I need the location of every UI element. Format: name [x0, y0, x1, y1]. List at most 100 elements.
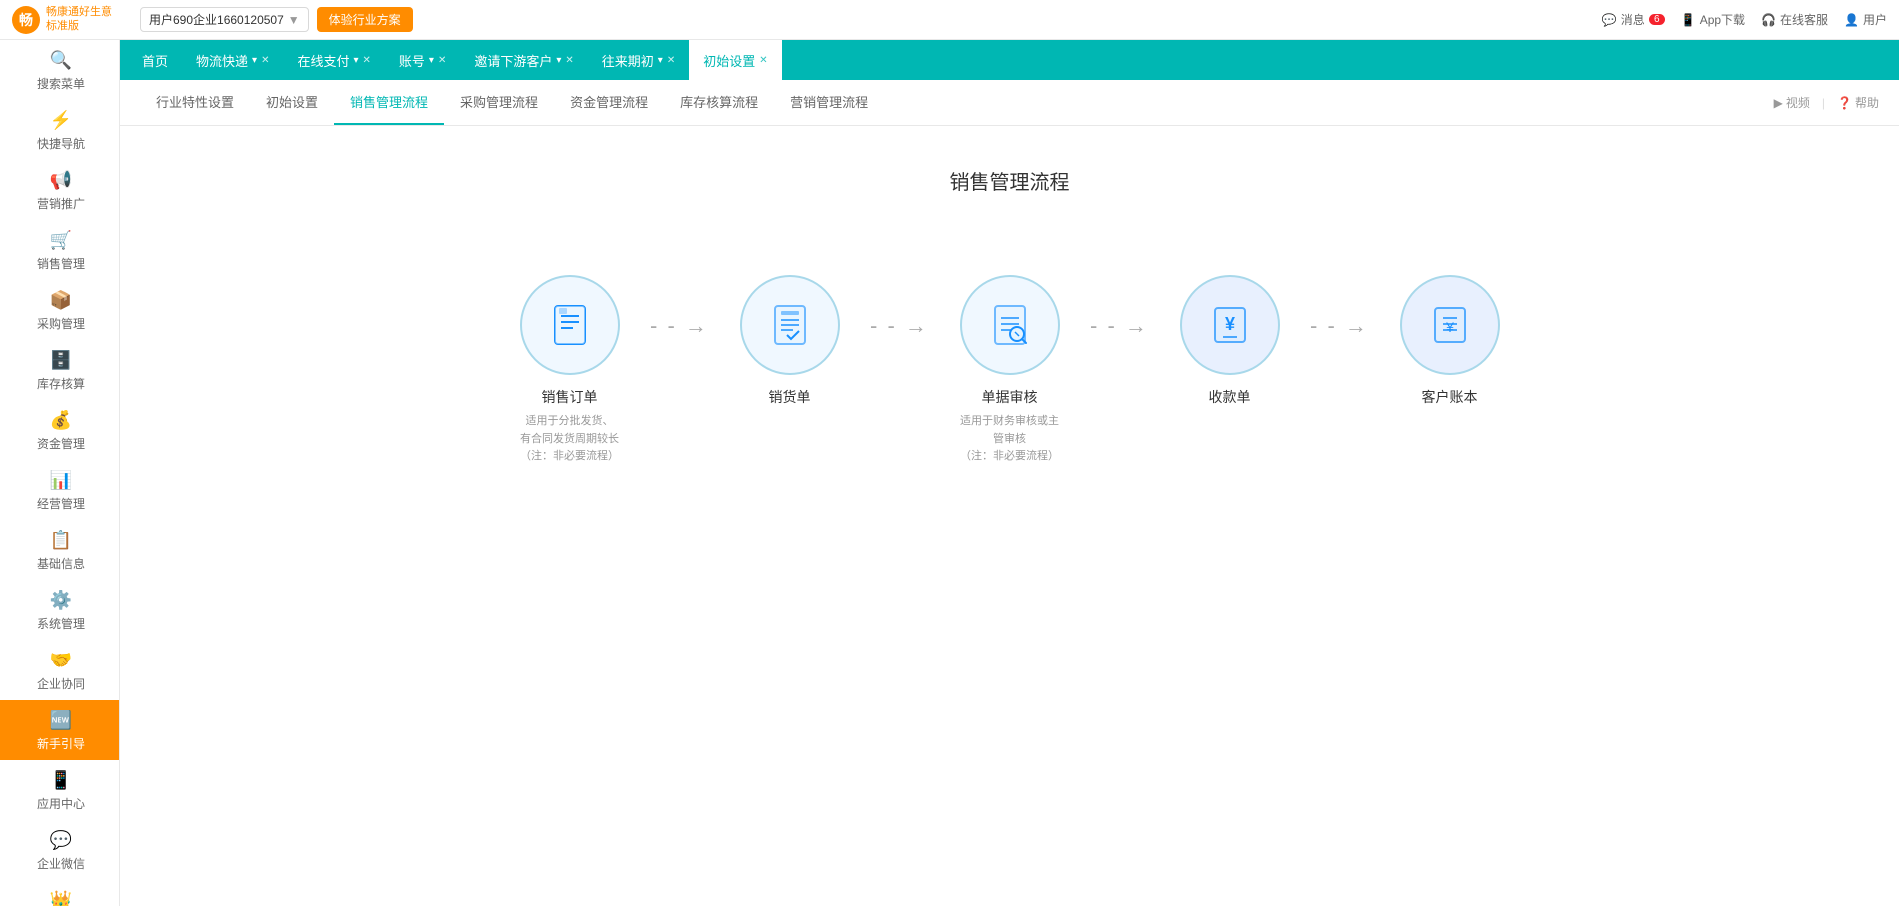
sub-tab-inventory-flow[interactable]: 库存核算流程 — [664, 80, 774, 125]
nav-tab-period-init[interactable]: 往来期初 ▾ ✕ — [588, 40, 689, 80]
app-download-label: App下载 — [1700, 11, 1745, 28]
nav-tab-logistics[interactable]: 物流快递 ▾ ✕ — [182, 40, 283, 80]
nav-tab-invite-label: 邀请下游客户 — [474, 51, 552, 70]
doc-review-circle — [960, 275, 1060, 375]
receipt-label: 收款单 — [1209, 387, 1251, 407]
sidebar-item-purchase[interactable]: 📦 采购管理 — [0, 280, 119, 340]
sidebar-item-sales[interactable]: 🛒 销售管理 — [0, 220, 119, 280]
close-icon4[interactable]: ✕ — [565, 55, 573, 66]
flow-arrow-4: - - → — [1310, 275, 1370, 339]
doc-review-label: 单据审核 — [982, 387, 1038, 407]
marketing-icon: 📢 — [50, 170, 72, 191]
help-link[interactable]: ❓ 帮助 — [1837, 94, 1879, 111]
sidebar-item-operations[interactable]: 📊 经营管理 — [0, 460, 119, 520]
sidebar-item-search[interactable]: 🔍 搜索菜单 — [0, 40, 119, 100]
sub-tab-sales-flow[interactable]: 销售管理流程 — [334, 80, 444, 125]
help-label: 帮助 — [1855, 94, 1879, 111]
sidebar-item-quick-nav[interactable]: ⚡ 快捷导航 — [0, 100, 119, 160]
help-icon: ❓ — [1837, 96, 1852, 110]
sidebar-item-inventory[interactable]: 🗄️ 库存核算 — [0, 340, 119, 400]
purchase-icon: 📦 — [50, 290, 72, 311]
app-center-icon: 📱 — [50, 770, 72, 791]
sub-tab-purchase-flow-label: 采购管理流程 — [460, 95, 538, 110]
sidebar-item-guide[interactable]: 🆕 新手引导 — [0, 700, 119, 760]
finance-icon: 💰 — [50, 410, 72, 431]
sidebar-item-collab[interactable]: 🤝 企业协同 — [0, 640, 119, 700]
sidebar-item-collab-label: 企业协同 — [37, 675, 85, 692]
sidebar-item-member[interactable]: 👑 畅会员 — [0, 880, 119, 906]
app-download-item[interactable]: 📱 App下载 — [1681, 11, 1745, 28]
close-icon6[interactable]: ✕ — [759, 55, 767, 66]
nav-tabs: 首页 物流快递 ▾ ✕ 在线支付 ▾ ✕ 账号 ▾ ✕ 邀请下游客户 ▾ ✕ 往… — [120, 40, 1899, 80]
sidebar-item-system[interactable]: ⚙️ 系统管理 — [0, 580, 119, 640]
sidebar-item-app-center[interactable]: 📱 应用中心 — [0, 760, 119, 820]
sales-invoice-label: 销货单 — [769, 387, 811, 407]
nav-tab-invite[interactable]: 邀请下游客户 ▾ ✕ — [460, 40, 587, 80]
sub-tab-right-actions: ▶ 视频 | ❓ 帮助 — [1774, 94, 1879, 111]
collab-icon: 🤝 — [50, 650, 72, 671]
sub-tab-purchase-flow[interactable]: 采购管理流程 — [444, 80, 554, 125]
inventory-icon: 🗄️ — [50, 350, 72, 371]
sidebar-item-quick-nav-label: 快捷导航 — [37, 135, 85, 152]
system-icon: ⚙️ — [50, 590, 72, 611]
logo-area: 畅 畅康通好生意 标准版 — [12, 6, 132, 34]
close-icon3[interactable]: ✕ — [438, 55, 446, 66]
nav-tab-home[interactable]: 首页 — [128, 40, 182, 80]
notifications-item[interactable]: 💬 消息 6 — [1602, 11, 1665, 28]
sales-order-circle — [520, 275, 620, 375]
arrow-right-icon3: - - → — [1090, 313, 1149, 339]
sidebar-item-finance[interactable]: 💰 资金管理 — [0, 400, 119, 460]
sub-tab-finance-flow[interactable]: 资金管理流程 — [554, 80, 664, 125]
receipt-icon: ¥ — [1205, 300, 1255, 350]
svg-text:¥: ¥ — [1445, 319, 1454, 335]
sub-tab-initial[interactable]: 初始设置 — [250, 80, 334, 125]
chevron-down-icon3: ▾ — [429, 55, 434, 66]
flow-arrow-2: - - → — [870, 275, 930, 339]
sidebar-item-guide-label: 新手引导 — [37, 735, 85, 752]
nav-tab-home-label: 首页 — [142, 51, 168, 70]
sub-tab-initial-label: 初始设置 — [266, 95, 318, 110]
user-selector[interactable]: 用户690企业1660120507 ▼ — [140, 7, 309, 32]
receipt-circle: ¥ — [1180, 275, 1280, 375]
sub-tab-finance-flow-label: 资金管理流程 — [570, 95, 648, 110]
sidebar-item-inventory-label: 库存核算 — [37, 375, 85, 392]
search-icon: 🔍 — [50, 50, 72, 71]
sidebar-item-sales-label: 销售管理 — [37, 255, 85, 272]
close-icon2[interactable]: ✕ — [363, 55, 371, 66]
video-label: 视频 — [1786, 94, 1810, 111]
doc-review-icon — [985, 300, 1035, 350]
flow-item-customer-ledger: ¥ 客户账本 — [1370, 275, 1530, 413]
sidebar-item-marketing[interactable]: 📢 营销推广 — [0, 160, 119, 220]
online-service-item[interactable]: 🎧 在线客服 — [1761, 11, 1828, 28]
member-icon: 👑 — [50, 890, 72, 906]
trial-button[interactable]: 体验行业方案 — [317, 7, 413, 32]
sidebar-item-basic-info[interactable]: 📋 基础信息 — [0, 520, 119, 580]
dropdown-arrow-icon: ▼ — [288, 13, 300, 27]
sidebar-item-search-label: 搜索菜单 — [37, 75, 85, 92]
chevron-down-icon4: ▾ — [556, 55, 561, 66]
close-icon5[interactable]: ✕ — [667, 55, 675, 66]
logo-icon: 畅 — [12, 6, 40, 34]
flow-chart: 销售订单 适用于分批发货、有合同发货周期较长（注：非必要流程） - - → — [160, 255, 1859, 486]
sub-tab-industry[interactable]: 行业特性设置 — [140, 80, 250, 125]
sidebar-item-marketing-label: 营销推广 — [37, 195, 85, 212]
online-service-label: 在线客服 — [1780, 11, 1828, 28]
video-icon: ▶ — [1774, 96, 1783, 110]
sidebar-item-wechat[interactable]: 💬 企业微信 — [0, 820, 119, 880]
user-selector-label: 用户690企业1660120507 — [149, 11, 284, 28]
sidebar-item-basic-info-label: 基础信息 — [37, 555, 85, 572]
close-icon[interactable]: ✕ — [261, 55, 269, 66]
nav-tab-account[interactable]: 账号 ▾ ✕ — [385, 40, 460, 80]
video-link[interactable]: ▶ 视频 — [1774, 94, 1810, 111]
customer-ledger-icon: ¥ — [1425, 300, 1475, 350]
nav-tab-initial-setup-label: 初始设置 — [703, 51, 755, 70]
user-profile-item[interactable]: 👤 用户 — [1844, 11, 1887, 28]
sub-tab-marketing-flow[interactable]: 营销管理流程 — [774, 80, 884, 125]
flow-item-sales-order: 销售订单 适用于分批发货、有合同发货周期较长（注：非必要流程） — [490, 275, 650, 466]
nav-tab-initial-setup[interactable]: 初始设置 ✕ — [689, 40, 781, 80]
operations-icon: 📊 — [50, 470, 72, 491]
customer-ledger-circle: ¥ — [1400, 275, 1500, 375]
app-download-icon: 📱 — [1681, 13, 1696, 27]
headset-icon: 🎧 — [1761, 13, 1776, 27]
nav-tab-payment[interactable]: 在线支付 ▾ ✕ — [283, 40, 384, 80]
